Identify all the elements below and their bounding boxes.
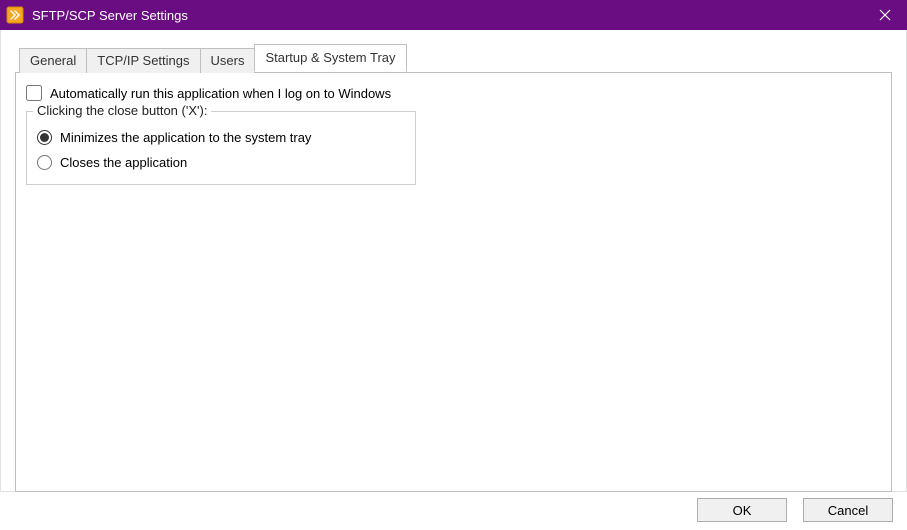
radio-close-row[interactable]: Closes the application xyxy=(37,155,405,170)
radio-close-label: Closes the application xyxy=(60,155,187,170)
tab-general[interactable]: General xyxy=(19,48,87,73)
content-area: General TCP/IP Settings Users Startup & … xyxy=(0,30,907,492)
titlebar: SFTP/SCP Server Settings xyxy=(0,0,907,30)
window-title: SFTP/SCP Server Settings xyxy=(32,8,188,23)
radio-minimize-row[interactable]: Minimizes the application to the system … xyxy=(37,130,405,145)
tab-strip: General TCP/IP Settings Users Startup & … xyxy=(19,44,892,72)
autorun-label: Automatically run this application when … xyxy=(50,86,391,101)
close-behavior-group: Clicking the close button ('X'): Minimiz… xyxy=(26,111,416,185)
app-icon xyxy=(6,6,24,24)
button-bar: OK Cancel xyxy=(0,492,907,522)
close-group-title: Clicking the close button ('X'): xyxy=(33,103,211,118)
radio-minimize[interactable] xyxy=(37,130,52,145)
ok-button[interactable]: OK xyxy=(697,498,787,522)
radio-minimize-label: Minimizes the application to the system … xyxy=(60,130,311,145)
cancel-button[interactable]: Cancel xyxy=(803,498,893,522)
tab-panel-startup: Automatically run this application when … xyxy=(15,72,892,492)
close-icon xyxy=(879,9,891,21)
autorun-row[interactable]: Automatically run this application when … xyxy=(26,85,881,101)
radio-close[interactable] xyxy=(37,155,52,170)
tab-startup[interactable]: Startup & System Tray xyxy=(254,44,406,72)
tab-users[interactable]: Users xyxy=(200,48,256,73)
tab-tcpip[interactable]: TCP/IP Settings xyxy=(86,48,200,73)
window-close-button[interactable] xyxy=(862,0,907,30)
autorun-checkbox[interactable] xyxy=(26,85,42,101)
